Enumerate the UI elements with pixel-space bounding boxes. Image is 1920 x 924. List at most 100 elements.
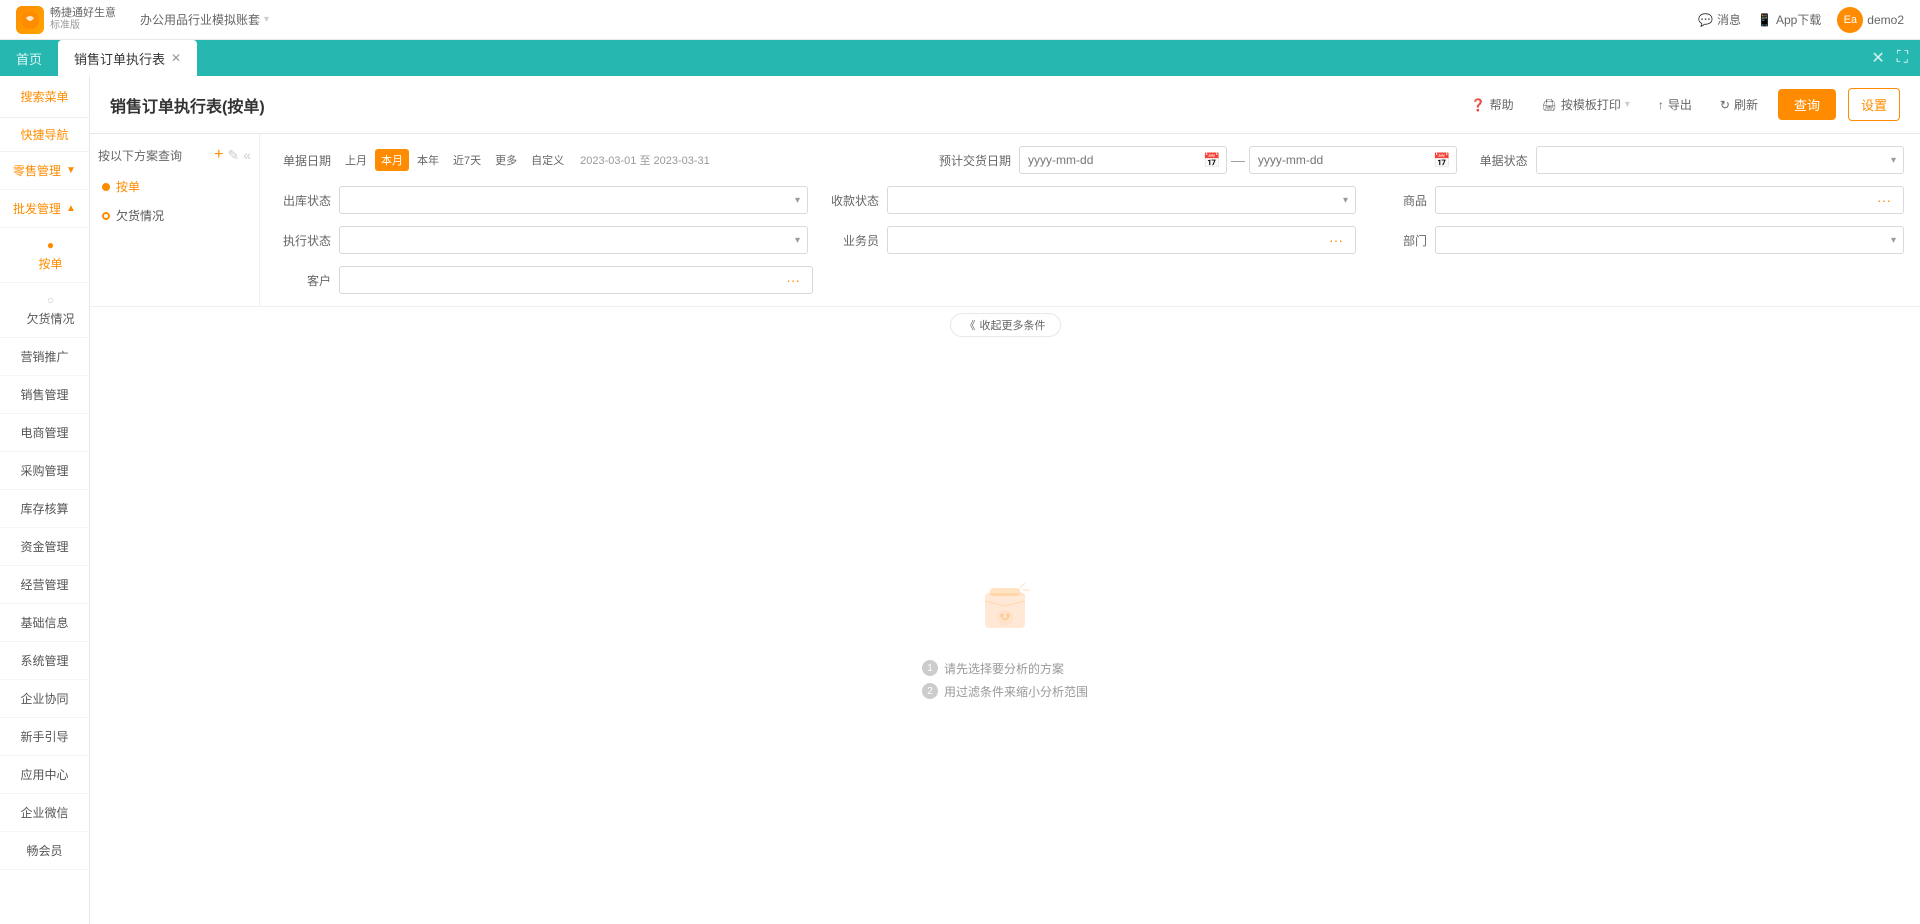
department-select[interactable] <box>1435 226 1904 254</box>
date-tab-last-month[interactable]: 上月 <box>339 149 373 171</box>
date-tab-7days[interactable]: 近7天 <box>447 149 487 171</box>
salesperson-label: 业务员 <box>824 232 879 249</box>
sidebar-item-wholesale[interactable]: 批发管理 ▲ <box>0 190 89 228</box>
goods-field: 商品 ··· <box>1372 186 1904 214</box>
out-status-select[interactable] <box>339 186 808 214</box>
close-window-icon[interactable]: ✕ <box>1867 44 1888 72</box>
logo-icon <box>16 6 44 34</box>
customer-ellipsis-btn[interactable]: ··· <box>782 272 804 288</box>
sidebar-item-vip[interactable]: 畅会员 <box>0 832 89 870</box>
order-status-select[interactable] <box>1536 146 1904 174</box>
empty-tips: 1 请先选择要分析的方案 2 用过滤条件来缩小分析范围 <box>922 660 1088 700</box>
query-btn[interactable]: 查询 <box>1778 89 1836 120</box>
sidebar-item-quick-nav[interactable]: 快捷导航 <box>0 118 89 152</box>
collapse-more-btn[interactable]: 《 收起更多条件 <box>950 313 1061 337</box>
app-download-icon: 📱 <box>1757 13 1772 27</box>
salesperson-field: 业务员 ··· <box>824 226 1356 254</box>
goods-input-area[interactable]: ··· <box>1435 186 1904 214</box>
sidebar-item-app-center[interactable]: 应用中心 <box>0 756 89 794</box>
order-date-field: 单据日期 上月 本月 本年 近7天 更多 自定义 2023-03-01 至 20… <box>276 149 923 171</box>
payment-status-field: 收款状态 ▾ <box>824 186 1356 214</box>
expected-delivery-from-input[interactable] <box>1019 146 1227 174</box>
sidebar-item-corp-wechat[interactable]: 企业微信 <box>0 794 89 832</box>
add-scheme-btn[interactable]: + <box>214 146 223 164</box>
date-tabs: 上月 本月 本年 近7天 更多 自定义 <box>339 149 570 171</box>
date-tab-custom[interactable]: 自定义 <box>525 149 570 171</box>
nav-tabs-right: ✕ ⛶ <box>1867 44 1920 72</box>
sidebar-item-finance[interactable]: 资金管理 <box>0 528 89 566</box>
fullscreen-icon[interactable]: ⛶ <box>1893 45 1912 71</box>
payment-status-label: 收款状态 <box>824 192 879 209</box>
sidebar-item-system[interactable]: 系统管理 <box>0 642 89 680</box>
date-tab-more[interactable]: 更多 <box>489 149 523 171</box>
out-status-field: 出库状态 ▾ <box>276 186 808 214</box>
export-btn[interactable]: ↑ 导出 <box>1650 92 1700 117</box>
goods-ellipsis-btn[interactable]: ··· <box>1873 192 1895 208</box>
refresh-btn[interactable]: ↻ 刷新 <box>1712 92 1766 117</box>
department-field: 部门 ▾ <box>1372 226 1904 254</box>
date-tab-this-month[interactable]: 本月 <box>375 149 409 171</box>
out-status-label: 出库状态 <box>276 192 331 209</box>
filter-scheme-by-order[interactable]: 按单 <box>98 172 251 201</box>
filter-right-panel: 单据日期 上月 本月 本年 近7天 更多 自定义 2023-03-01 至 20… <box>260 134 1920 306</box>
by-order-dot-icon: ● <box>47 238 54 252</box>
expected-delivery-to-input[interactable] <box>1249 146 1457 174</box>
collapse-scheme-btn[interactable]: « <box>243 147 251 163</box>
sidebar-search-label[interactable]: 搜索菜单 <box>8 84 81 109</box>
help-btn[interactable]: ❓ 帮助 <box>1463 92 1522 117</box>
sidebar-search-area: 搜索菜单 <box>0 76 89 118</box>
user-profile[interactable]: Ea demo2 <box>1837 7 1904 33</box>
order-date-label: 单据日期 <box>276 152 331 169</box>
sidebar-item-by-order[interactable]: ● 按单 <box>0 228 89 283</box>
exec-status-field: 执行状态 ▾ <box>276 226 808 254</box>
sidebar-item-operations[interactable]: 经营管理 <box>0 566 89 604</box>
salesperson-input-area[interactable]: ··· <box>887 226 1356 254</box>
app-download-btn[interactable]: 📱 App下载 <box>1757 11 1821 28</box>
refresh-icon: ↻ <box>1720 98 1730 112</box>
sidebar-item-marketing[interactable]: 营销推广 <box>0 338 89 376</box>
sidebar-item-basic-info[interactable]: 基础信息 <box>0 604 89 642</box>
message-btn[interactable]: 💬 消息 <box>1698 11 1741 28</box>
tip-num-1: 1 <box>922 660 938 676</box>
scheme-dot-icon <box>102 212 110 220</box>
sidebar-item-enterprise[interactable]: 企业协同 <box>0 680 89 718</box>
sidebar-item-retail[interactable]: 零售管理 ▼ <box>0 152 89 190</box>
sidebar-item-sales-mgmt[interactable]: 销售管理 <box>0 376 89 414</box>
debt-dot-icon: ○ <box>47 293 54 307</box>
payment-status-select[interactable] <box>887 186 1356 214</box>
print-btn[interactable]: 🖨 按模板打印 ▾ <box>1534 92 1638 117</box>
department-select-wrapper: ▾ <box>1435 226 1904 254</box>
department-label: 部门 <box>1372 232 1427 249</box>
expected-delivery-from: 📅 <box>1019 146 1227 174</box>
filter-scheme-debt[interactable]: 欠货情况 <box>98 201 251 230</box>
customer-input-area[interactable]: ··· <box>339 266 813 294</box>
print-dropdown-icon[interactable]: ▾ <box>1625 99 1630 110</box>
order-status-select-wrapper: ▾ <box>1536 146 1904 174</box>
exec-status-select[interactable] <box>339 226 808 254</box>
tab-close-icon[interactable]: ✕ <box>171 52 181 64</box>
breadcrumb-dropdown-icon[interactable]: ▾ <box>264 14 269 25</box>
edit-scheme-btn[interactable]: ✎ <box>227 147 239 164</box>
sidebar-item-debt[interactable]: ○ 欠货情况 <box>0 283 89 338</box>
page-title-row: 销售订单执行表(按单) ❓ 帮助 🖨 按模板打印 ▾ ↑ 导出 <box>110 88 1900 121</box>
sidebar-item-purchase[interactable]: 采购管理 <box>0 452 89 490</box>
goods-label: 商品 <box>1372 192 1427 209</box>
empty-tip-1: 1 请先选择要分析的方案 <box>922 660 1088 677</box>
retail-arrow-icon: ▼ <box>66 165 76 176</box>
nav-tabs-bar: 首页 销售订单执行表 ✕ ✕ ⛶ <box>0 40 1920 76</box>
settings-btn[interactable]: 设置 <box>1848 88 1900 121</box>
export-icon: ↑ <box>1658 98 1664 112</box>
filter-panel: 按以下方案查询 + ✎ « 按单 欠货情况 <box>90 134 1920 306</box>
header-right: 💬 消息 📱 App下载 Ea demo2 <box>1698 7 1904 33</box>
salesperson-ellipsis-btn[interactable]: ··· <box>1325 232 1347 248</box>
sidebar-item-ecommerce[interactable]: 电商管理 <box>0 414 89 452</box>
filter-row-1: 单据日期 上月 本月 本年 近7天 更多 自定义 2023-03-01 至 20… <box>276 146 1904 174</box>
sidebar-item-newbie[interactable]: 新手引导 <box>0 718 89 756</box>
tab-sales-order[interactable]: 销售订单执行表 ✕ <box>58 40 197 76</box>
tab-home[interactable]: 首页 <box>0 40 58 76</box>
customer-label: 客户 <box>276 272 331 289</box>
date-tab-this-year[interactable]: 本年 <box>411 149 445 171</box>
order-status-field: 单据状态 ▾ <box>1473 146 1904 174</box>
sidebar-item-inventory[interactable]: 库存核算 <box>0 490 89 528</box>
filter-left-actions: + ✎ « <box>214 146 251 164</box>
